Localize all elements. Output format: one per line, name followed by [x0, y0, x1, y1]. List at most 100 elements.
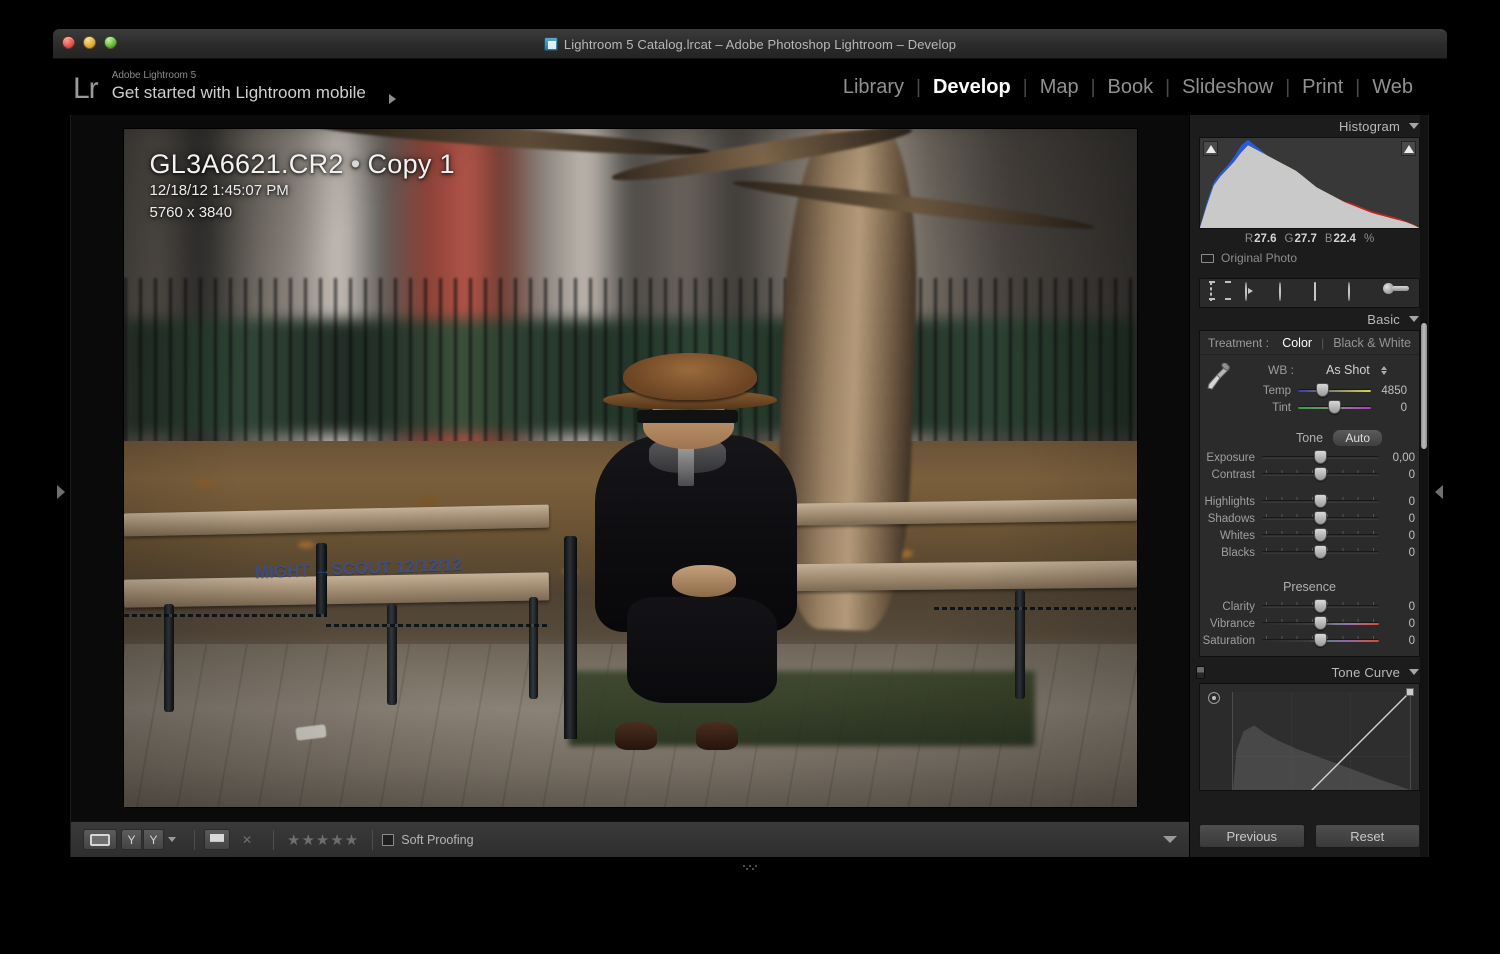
chevron-down-icon[interactable] [1409, 669, 1419, 675]
right-panel-scroll-thumb[interactable] [1421, 323, 1427, 449]
auto-tone-button[interactable]: Auto [1332, 429, 1383, 447]
highlights-knob[interactable] [1314, 494, 1327, 508]
tone-curve-enable-switch[interactable] [1196, 666, 1205, 679]
previous-button[interactable]: Previous [1199, 824, 1305, 848]
target-adjust-icon[interactable] [1208, 692, 1220, 704]
play-arrow-icon[interactable] [389, 94, 396, 104]
module-library[interactable]: Library [831, 76, 916, 99]
contrast-slider[interactable] [1262, 466, 1379, 483]
graduated-filter-tool[interactable] [1314, 283, 1340, 303]
slider-row-contrast[interactable]: Contrast 0 [1200, 466, 1419, 483]
slider-row-saturation[interactable]: Saturation 0 [1200, 632, 1419, 649]
vibrance-knob[interactable] [1314, 616, 1327, 630]
flag-pick-button[interactable] [204, 829, 230, 850]
compare-right-label[interactable]: Y [143, 829, 164, 850]
exposure-knob[interactable] [1314, 450, 1327, 464]
tone-curve-endpoint-handle[interactable] [1406, 688, 1414, 696]
tone-curve-panel-header[interactable]: Tone Curve [1190, 661, 1429, 683]
left-panel-collapsed-strip[interactable] [53, 115, 71, 857]
module-slideshow[interactable]: Slideshow [1170, 76, 1285, 99]
wb-preset-value[interactable]: As Shot [1326, 363, 1370, 377]
blacks-slider[interactable] [1262, 544, 1379, 561]
treatment-color-option[interactable]: Color [1282, 336, 1312, 350]
photo-canvas[interactable]: MIGHT →SCOUT 12/12/12 [124, 129, 1137, 807]
slider-row-tint[interactable]: Tint 0 [1236, 399, 1411, 416]
chevron-down-icon[interactable] [1409, 123, 1419, 129]
module-print[interactable]: Print [1290, 76, 1355, 99]
module-web[interactable]: Web [1360, 76, 1425, 99]
shadows-knob[interactable] [1314, 511, 1327, 525]
saturation-value[interactable]: 0 [1379, 635, 1419, 647]
toolbar-collapse-icon[interactable] [1163, 836, 1177, 843]
crop-overlay-tool[interactable] [1210, 283, 1236, 303]
adjustment-brush-tool[interactable] [1383, 283, 1409, 303]
slider-row-vibrance[interactable]: Vibrance 0 [1200, 615, 1419, 632]
loupe-view-stage[interactable]: MIGHT →SCOUT 12/12/12 [71, 115, 1189, 821]
tint-knob[interactable] [1328, 400, 1341, 414]
contrast-knob[interactable] [1314, 467, 1327, 481]
loupe-view-button[interactable] [83, 829, 117, 850]
wb-preset-row[interactable]: WB : As Shot [1236, 361, 1411, 379]
slider-row-whites[interactable]: Whites 0 [1200, 527, 1419, 544]
whites-value[interactable]: 0 [1379, 530, 1419, 542]
soft-proofing-checkbox[interactable] [382, 834, 394, 846]
red-eye-correction-tool[interactable] [1279, 283, 1305, 303]
star-rating-control[interactable]: ★★★★★ [287, 831, 359, 849]
compare-left-label[interactable]: Y [121, 829, 142, 850]
basic-panel-header[interactable]: Basic [1190, 308, 1429, 330]
slider-row-exposure[interactable]: Exposure 0,00 [1200, 449, 1419, 466]
treatment-bw-option[interactable]: Black & White [1333, 336, 1411, 350]
tint-value[interactable]: 0 [1371, 402, 1411, 414]
slider-row-temp[interactable]: Temp 4850 [1236, 382, 1411, 399]
histogram-graph[interactable] [1199, 137, 1420, 229]
highlight-clipping-indicator[interactable] [1401, 141, 1416, 156]
highlights-value[interactable]: 0 [1379, 496, 1419, 508]
shadows-value[interactable]: 0 [1379, 513, 1419, 525]
whites-knob[interactable] [1314, 528, 1327, 542]
spot-removal-tool[interactable] [1245, 283, 1271, 303]
wb-stepper-icon[interactable] [1381, 366, 1387, 375]
highlights-slider[interactable] [1262, 493, 1379, 510]
shadows-slider[interactable] [1262, 510, 1379, 527]
shadow-clipping-indicator[interactable] [1203, 141, 1218, 156]
exposure-value[interactable]: 0,00 [1379, 452, 1419, 464]
flag-reject-button[interactable]: ✕ [234, 829, 260, 850]
saturation-slider[interactable] [1262, 632, 1379, 649]
white-balance-selector[interactable] [1202, 361, 1236, 416]
temp-knob[interactable] [1316, 383, 1329, 397]
tone-curve-line[interactable] [1233, 692, 1410, 791]
reset-button[interactable]: Reset [1315, 824, 1421, 848]
module-develop[interactable]: Develop [921, 76, 1023, 99]
chevron-down-icon[interactable] [168, 837, 176, 842]
identity-plate[interactable]: Lr Adobe Lightroom 5 Get started with Li… [53, 70, 396, 103]
radial-filter-tool[interactable] [1348, 283, 1374, 303]
slider-row-blacks[interactable]: Blacks 0 [1200, 544, 1419, 561]
histogram-panel-header[interactable]: Histogram [1190, 115, 1429, 137]
blacks-knob[interactable] [1314, 545, 1327, 559]
temp-value[interactable]: 4850 [1371, 385, 1411, 397]
tone-curve-plot[interactable] [1232, 692, 1411, 790]
slider-row-clarity[interactable]: Clarity 0 [1200, 598, 1419, 615]
expand-right-panel-icon[interactable] [1435, 485, 1443, 499]
module-book[interactable]: Book [1096, 76, 1166, 99]
clarity-slider[interactable] [1262, 598, 1379, 615]
blacks-value[interactable]: 0 [1379, 547, 1419, 559]
compare-view-button[interactable]: Y Y [121, 829, 165, 850]
right-panel-scrollbar[interactable] [1420, 115, 1428, 857]
expand-left-panel-icon[interactable] [57, 485, 65, 499]
vibrance-slider[interactable] [1262, 615, 1379, 632]
soft-proofing-toggle[interactable]: Soft Proofing [382, 833, 473, 847]
clarity-value[interactable]: 0 [1379, 601, 1419, 613]
slider-row-highlights[interactable]: Highlights 0 [1200, 493, 1419, 510]
contrast-value[interactable]: 0 [1379, 469, 1419, 481]
tint-slider[interactable] [1298, 399, 1371, 416]
whites-slider[interactable] [1262, 527, 1379, 544]
chevron-down-icon[interactable] [1409, 316, 1419, 322]
saturation-knob[interactable] [1314, 633, 1327, 647]
module-map[interactable]: Map [1028, 76, 1091, 99]
right-panel-collapsed-strip[interactable] [1429, 115, 1447, 857]
exposure-slider[interactable] [1262, 449, 1379, 466]
clarity-knob[interactable] [1314, 599, 1327, 613]
window-resize-grip[interactable] [742, 864, 758, 871]
temp-slider[interactable] [1298, 382, 1371, 399]
